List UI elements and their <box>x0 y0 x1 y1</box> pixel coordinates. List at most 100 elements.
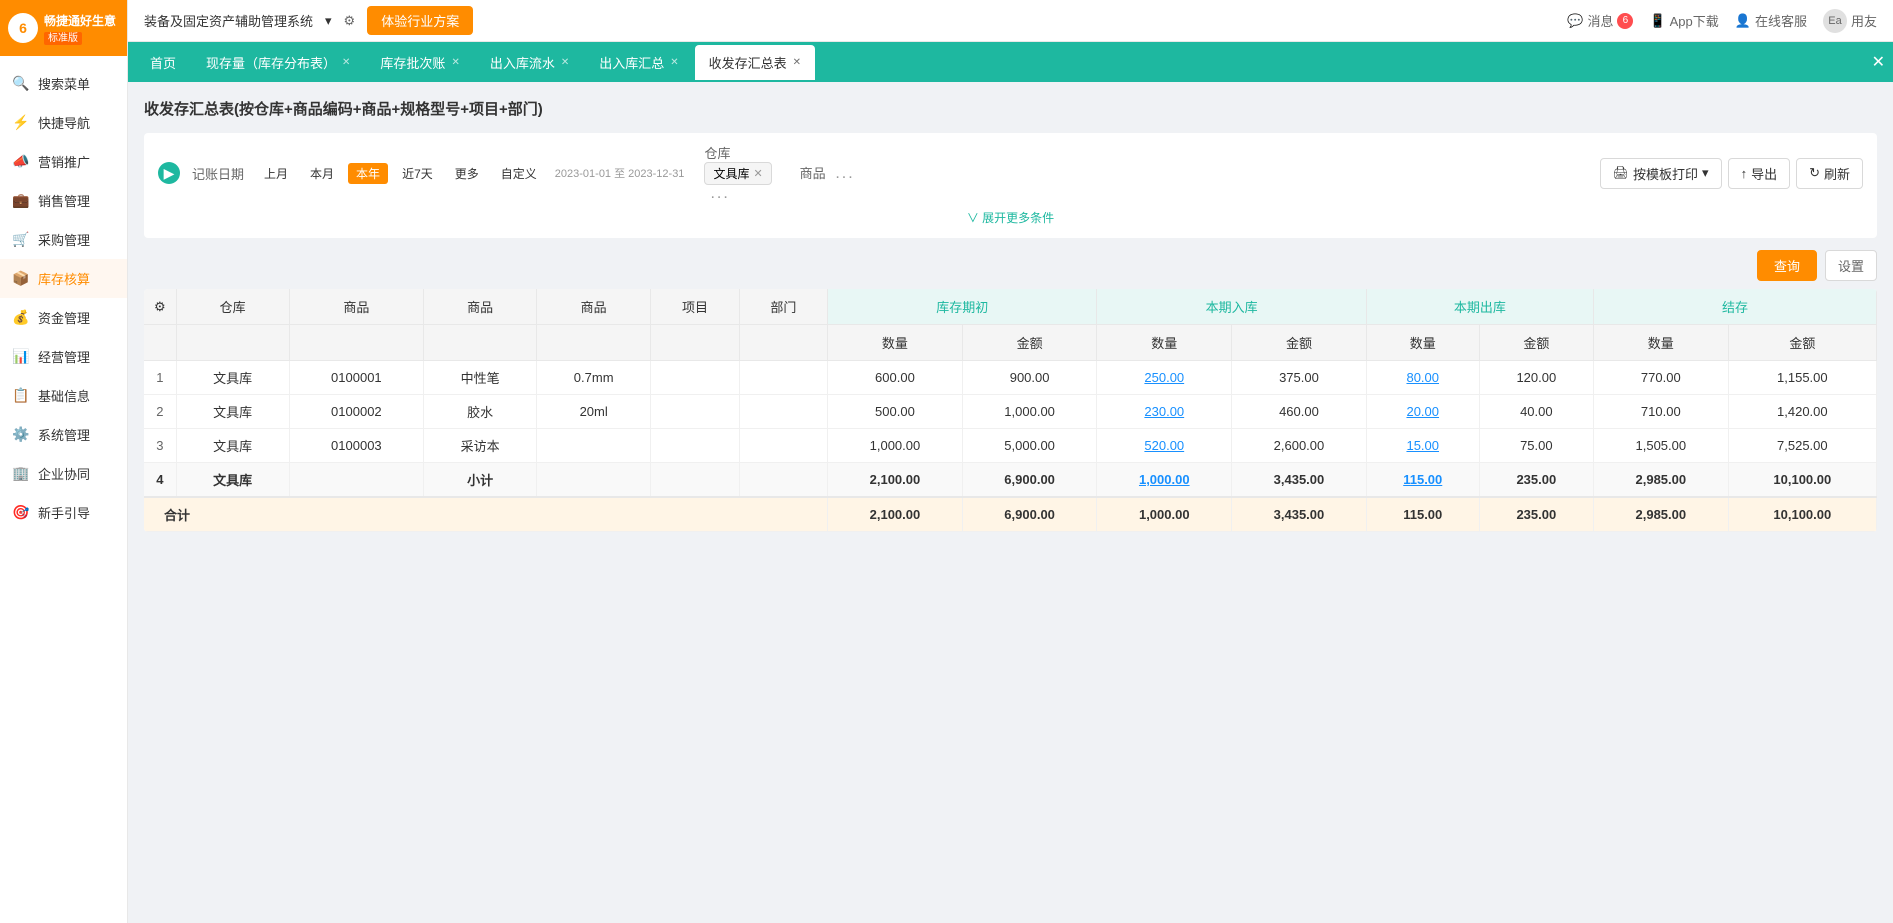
sidebar-item-purchase[interactable]: 🛒采购管理 <box>0 220 127 259</box>
row-project <box>651 361 739 395</box>
row-out-amt: 75.00 <box>1479 429 1593 463</box>
online-support-item[interactable]: 👤 在线客服 <box>1735 11 1807 30</box>
trial-button[interactable]: 体验行业方案 <box>367 6 473 35</box>
user-label: 用友 <box>1851 11 1877 30</box>
message-badge: 6 <box>1617 13 1633 29</box>
refresh-button[interactable]: ↻ 刷新 <box>1796 158 1863 189</box>
warehouse-more-button[interactable]: ... <box>710 185 729 202</box>
col-closing-th: 结存 <box>1593 289 1876 325</box>
tab-close-icon[interactable]: ✕ <box>670 57 678 68</box>
close-all-tabs-button[interactable]: ✕ <box>1872 52 1885 72</box>
warehouse-label: 仓库 <box>704 146 730 161</box>
finance-icon: 💰 <box>12 309 30 326</box>
system-icon: ⚙️ <box>12 426 30 443</box>
sidebar-item-finance[interactable]: 💰资金管理 <box>0 298 127 337</box>
date-option-更多[interactable]: 更多 <box>447 163 487 184</box>
row-code: 0100001 <box>289 361 424 395</box>
goods-more-button[interactable]: ... <box>835 165 854 182</box>
total-close-qty: 2,985.00 <box>1593 497 1728 532</box>
row-warehouse: 文具库 <box>176 395 289 429</box>
tab-close-icon[interactable]: ✕ <box>451 57 459 68</box>
col-code-sub <box>289 325 424 361</box>
row-in-qty: 230.00 <box>1097 395 1232 429</box>
settings-icon[interactable]: ⚙ <box>344 13 356 29</box>
main-area: 装备及固定资产辅助管理系统 ▾ ⚙ 体验行业方案 💬 消息 6 📱 App下载 … <box>128 0 1893 923</box>
sidebar-item-corp[interactable]: 🏢企业协同 <box>0 454 127 493</box>
data-table: ⚙ 仓库 商品 商品 商品 项目 部门 库存期初 本期入库 本期出库 结存 <box>144 289 1877 532</box>
system-dropdown[interactable]: ▾ <box>325 13 332 29</box>
row-in-qty-link[interactable]: 250.00 <box>1144 370 1184 385</box>
total-in-qty: 1,000.00 <box>1097 497 1232 532</box>
row-close-amt: 1,420.00 <box>1728 395 1876 429</box>
tab-出入库汇总[interactable]: 出入库汇总✕ <box>585 45 692 80</box>
app-download-item[interactable]: 📱 App下载 <box>1649 11 1718 30</box>
date-option-上月[interactable]: 上月 <box>256 163 296 184</box>
sidebar-item-quick[interactable]: ⚡快捷导航 <box>0 103 127 142</box>
tab-出入库流水[interactable]: 出入库流水✕ <box>476 45 583 80</box>
expand-conditions-button[interactable]: ∨ 展开更多条件 <box>967 209 1054 226</box>
row-in-qty-link[interactable]: 230.00 <box>1144 404 1184 419</box>
message-item[interactable]: 💬 消息 6 <box>1567 11 1633 30</box>
goods-section: 商品 ... <box>800 163 855 183</box>
sidebar-item-label-marketing: 营销推广 <box>38 152 90 171</box>
refresh-icon: ↻ <box>1809 165 1820 181</box>
date-option-近7天[interactable]: 近7天 <box>394 163 441 184</box>
warehouse-section: 仓库 文具库 ✕ ... <box>704 143 771 203</box>
support-icon: 👤 <box>1735 13 1751 29</box>
row-in-qty-link[interactable]: 520.00 <box>1144 438 1184 453</box>
table-body: 1 文具库 0100001 中性笔 0.7mm 600.00 900.00 25… <box>144 361 1877 498</box>
user-item[interactable]: Ea 用友 <box>1823 9 1877 33</box>
sidebar-item-label-sales: 销售管理 <box>38 191 90 210</box>
print-button[interactable]: 🖨 按模板打印 ▾ <box>1600 158 1722 189</box>
data-table-wrap: ⚙ 仓库 商品 商品 商品 项目 部门 库存期初 本期入库 本期出库 结存 <box>144 289 1877 532</box>
sidebar-item-basic[interactable]: 📋基础信息 <box>0 376 127 415</box>
row-out-qty-link[interactable]: 15.00 <box>1406 438 1439 453</box>
sidebar-item-business[interactable]: 📊经营管理 <box>0 337 127 376</box>
tab-首页[interactable]: 首页 <box>136 45 190 80</box>
sidebar-item-sales[interactable]: 💼 销售管理 <box>0 181 127 220</box>
sidebar-item-inventory[interactable]: 📦库存核算 <box>0 259 127 298</box>
sidebar-item-label-quick: 快捷导航 <box>38 113 90 132</box>
total-row: 合计 2,100.00 6,900.00 1,000.00 3,435.00 1… <box>144 497 1877 532</box>
row-out-amt: 120.00 <box>1479 361 1593 395</box>
date-option-本年[interactable]: 本年 <box>348 163 388 184</box>
export-button[interactable]: ↑ 导出 <box>1728 158 1791 189</box>
sidebar-item-search[interactable]: 🔍搜索菜单 <box>0 64 127 103</box>
settings-button[interactable]: 设置 <box>1825 250 1877 281</box>
guide-icon: 🎯 <box>12 504 30 521</box>
tab-close-icon[interactable]: ✕ <box>342 57 350 68</box>
row-open-qty: 1,000.00 <box>828 429 963 463</box>
sales-icon: 💼 <box>12 192 30 209</box>
date-option-本月[interactable]: 本月 <box>302 163 342 184</box>
tab-现存量库存分[interactable]: 现存量（库存分布表） ✕ <box>192 45 364 80</box>
sub-out-qty-link[interactable]: 115.00 <box>1403 472 1442 487</box>
row-out-qty-link[interactable]: 20.00 <box>1406 404 1439 419</box>
row-no: 1 <box>144 361 176 395</box>
sub-in-qty-link[interactable]: 1,000.00 <box>1139 472 1190 487</box>
logo-text: 畅捷通好生意 标准版 <box>44 12 116 44</box>
export-label: 导出 <box>1751 164 1777 183</box>
sidebar-item-guide[interactable]: 🎯新手引导 <box>0 493 127 532</box>
col-open-amt-sub: 金额 <box>962 325 1097 361</box>
sidebar-item-marketing[interactable]: 📣营销推广 <box>0 142 127 181</box>
table-row: 2 文具库 0100002 胶水 20ml 500.00 1,000.00 23… <box>144 395 1877 429</box>
tab-收发存汇总表[interactable]: 收发存汇总表✕ <box>695 45 815 80</box>
sub-warehouse: 文具库 <box>176 463 289 498</box>
warehouse-tag-close[interactable]: ✕ <box>753 167 762 180</box>
tab-库存批次账[interactable]: 库存批次账✕ <box>366 45 473 80</box>
tab-close-icon[interactable]: ✕ <box>561 57 569 68</box>
col-in-amt-sub: 金额 <box>1232 325 1367 361</box>
filter-expand-button[interactable]: ▶ <box>158 162 180 184</box>
tab-close-icon[interactable]: ✕ <box>793 57 801 68</box>
sub-in-qty: 1,000.00 <box>1097 463 1232 498</box>
row-name: 采访本 <box>424 429 537 463</box>
sidebar-item-system[interactable]: ⚙️系统管理 <box>0 415 127 454</box>
row-out-qty-link[interactable]: 80.00 <box>1406 370 1439 385</box>
col-settings-th[interactable]: ⚙ <box>144 289 176 325</box>
tab-label: 现存量（库存分布表） <box>206 53 336 72</box>
content-area: 收发存汇总表(按仓库+商品编码+商品+规格型号+项目+部门) ▶ 记账日期 上月… <box>128 82 1893 923</box>
date-option-自定义[interactable]: 自定义 <box>493 163 545 184</box>
query-button[interactable]: 查询 <box>1757 250 1817 281</box>
row-warehouse: 文具库 <box>176 361 289 395</box>
col-spec-sub <box>537 325 651 361</box>
